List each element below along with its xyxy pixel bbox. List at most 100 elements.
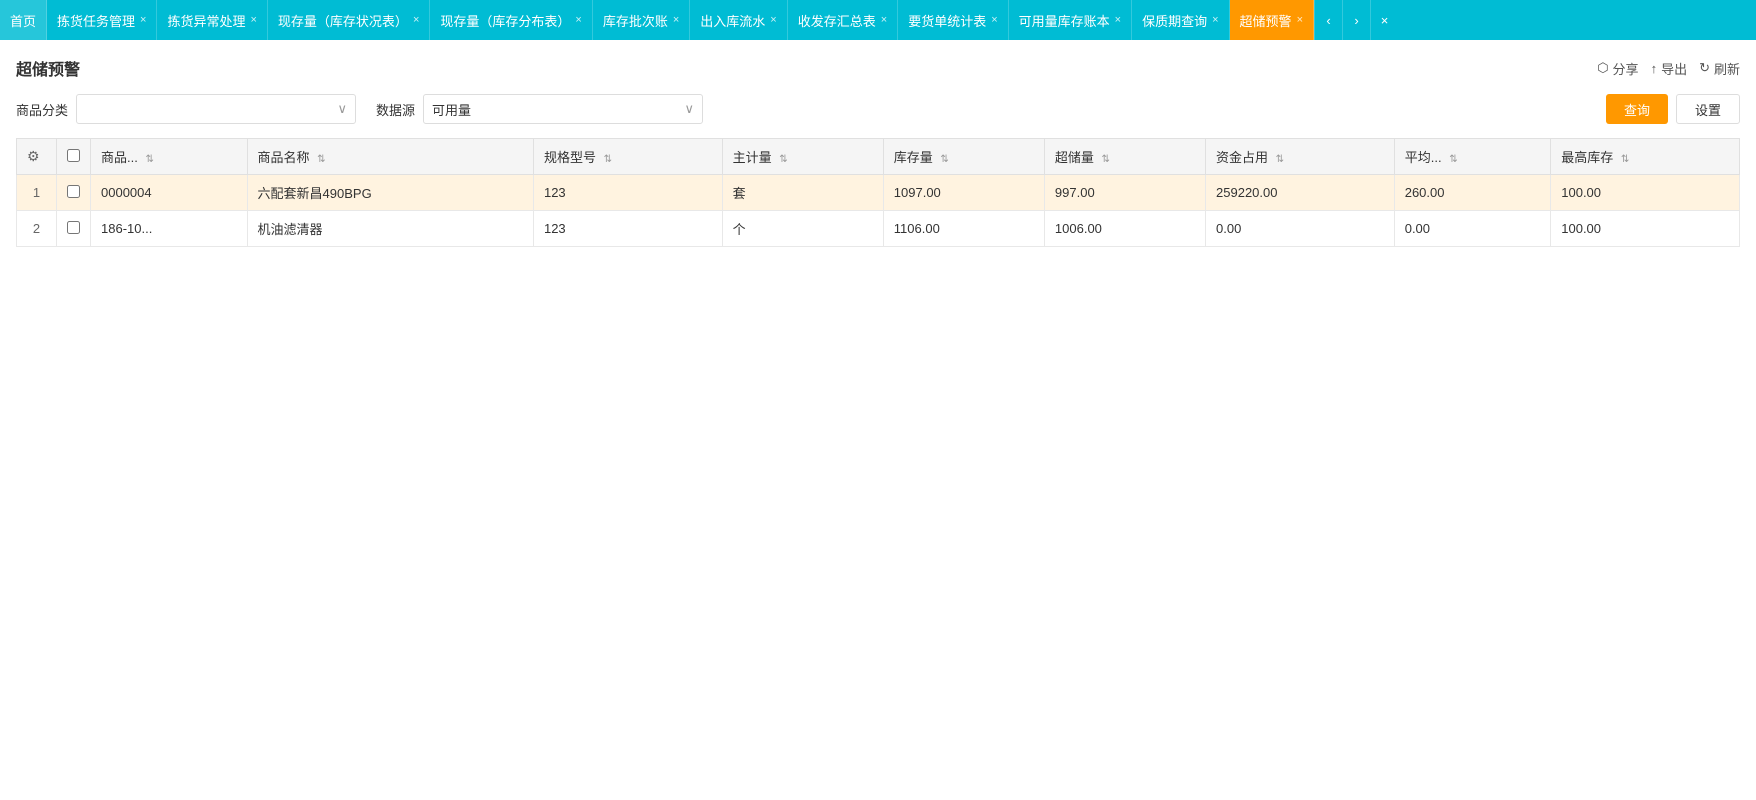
close-icon[interactable]: × — [1297, 14, 1303, 26]
nav-item-8[interactable]: 要货单统计表 × — [898, 0, 1008, 40]
close-icon[interactable]: × — [770, 14, 776, 26]
close-icon[interactable]: × — [991, 14, 997, 26]
sort-icon: ⇅ — [1102, 154, 1110, 165]
table-row: 1 0000004 六配套新昌490BPG 123 套 1097.00 997.… — [17, 175, 1740, 211]
category-select[interactable]: ∨ — [76, 94, 356, 124]
query-button[interactable]: 查询 — [1606, 94, 1668, 124]
sort-icon: ⇅ — [1621, 154, 1629, 165]
th-checkbox[interactable] — [57, 139, 91, 175]
close-icon[interactable]: × — [673, 14, 679, 26]
sort-icon: ⇅ — [604, 154, 612, 165]
export-icon: ↑ — [1651, 61, 1658, 76]
gear-icon[interactable]: ⚙ — [27, 148, 40, 164]
nav-item-home[interactable]: 首页 — [0, 0, 47, 40]
close-icon[interactable]: × — [250, 14, 256, 26]
cell-capital: 259220.00 — [1206, 175, 1395, 211]
sort-icon: ⇅ — [1449, 154, 1457, 165]
datasource-select[interactable]: 可用量 ∨ — [423, 94, 703, 124]
settings-button[interactable]: 设置 — [1676, 94, 1740, 124]
filter-area: 商品分类 ∨ 数据源 可用量 ∨ 查询 设置 — [16, 94, 1740, 124]
chevron-down-icon: ∨ — [685, 101, 695, 117]
sort-icon: ⇅ — [317, 154, 325, 165]
datasource-value: 可用量 — [432, 100, 471, 119]
close-icon[interactable]: × — [575, 14, 581, 26]
cell-stock: 1106.00 — [883, 211, 1044, 247]
th-overstock[interactable]: 超储量 ⇅ — [1044, 139, 1205, 175]
th-stock[interactable]: 库存量 ⇅ — [883, 139, 1044, 175]
cell-product-name: 机油滤清器 — [247, 211, 533, 247]
nav-bar: 首页 拣货任务管理 × 拣货异常处理 × 现存量（库存状况表） × 现存量（库存… — [0, 0, 1756, 40]
th-avg[interactable]: 平均... ⇅ — [1394, 139, 1551, 175]
nav-item-3[interactable]: 现存量（库存状况表） × — [268, 0, 430, 40]
th-capital[interactable]: 资金占用 ⇅ — [1206, 139, 1395, 175]
cell-overstock: 997.00 — [1044, 175, 1205, 211]
row-checkbox-cell[interactable] — [57, 175, 91, 211]
cell-spec: 123 — [533, 211, 722, 247]
th-product-code[interactable]: 商品... ⇅ — [91, 139, 248, 175]
cell-avg: 0.00 — [1394, 211, 1551, 247]
sort-icon: ⇅ — [779, 154, 787, 165]
row-checkbox-cell[interactable] — [57, 211, 91, 247]
close-icon[interactable]: × — [1212, 14, 1218, 26]
nav-close-arrow[interactable]: × — [1370, 0, 1398, 40]
refresh-icon: ↻ — [1699, 60, 1710, 76]
nav-item-6[interactable]: 出入库流水 × — [690, 0, 787, 40]
nav-item-11-active[interactable]: 超储预警 × — [1230, 0, 1314, 40]
cell-spec: 123 — [533, 175, 722, 211]
page-title: 超储预警 — [16, 56, 80, 80]
close-icon[interactable]: × — [413, 14, 419, 26]
row-checkbox[interactable] — [67, 185, 80, 198]
sort-icon: ⇅ — [1276, 154, 1284, 165]
export-button[interactable]: ↑ 导出 — [1651, 59, 1688, 78]
cell-unit: 个 — [722, 211, 883, 247]
th-spec[interactable]: 规格型号 ⇅ — [533, 139, 722, 175]
nav-item-4[interactable]: 现存量（库存分布表） × — [430, 0, 592, 40]
page-content: 超储预警 ⬡ 分享 ↑ 导出 ↻ 刷新 商品分类 ∨ 数据源 — [0, 40, 1756, 800]
category-label: 商品分类 — [16, 100, 68, 119]
sort-icon: ⇅ — [940, 154, 948, 165]
cell-unit: 套 — [722, 175, 883, 211]
th-gear[interactable]: ⚙ — [17, 139, 57, 175]
row-number: 2 — [17, 211, 57, 247]
nav-next-arrow[interactable]: › — [1342, 0, 1370, 40]
nav-item-10[interactable]: 保质期查询 × — [1132, 0, 1229, 40]
row-number: 1 — [17, 175, 57, 211]
share-icon: ⬡ — [1597, 60, 1608, 76]
close-icon[interactable]: × — [1115, 14, 1121, 26]
header-actions: ⬡ 分享 ↑ 导出 ↻ 刷新 — [1597, 59, 1740, 78]
th-max-stock[interactable]: 最高库存 ⇅ — [1551, 139, 1740, 175]
nav-item-7[interactable]: 收发存汇总表 × — [788, 0, 898, 40]
datasource-label: 数据源 — [376, 100, 415, 119]
nav-item-9[interactable]: 可用量库存账本 × — [1009, 0, 1132, 40]
data-table: ⚙ 商品... ⇅ 商品名称 ⇅ 规格型号 ⇅ 主计量 — [16, 138, 1740, 247]
close-icon[interactable]: × — [881, 14, 887, 26]
category-filter-group: 商品分类 ∨ — [16, 94, 356, 124]
cell-max-stock: 100.00 — [1551, 211, 1740, 247]
chevron-down-icon: ∨ — [338, 101, 348, 117]
nav-item-2[interactable]: 拣货异常处理 × — [157, 0, 267, 40]
th-unit[interactable]: 主计量 ⇅ — [722, 139, 883, 175]
datasource-filter-group: 数据源 可用量 ∨ — [376, 94, 703, 124]
select-all-checkbox[interactable] — [67, 149, 80, 162]
share-button[interactable]: ⬡ 分享 — [1597, 59, 1638, 78]
cell-avg: 260.00 — [1394, 175, 1551, 211]
nav-prev-arrow[interactable]: ‹ — [1314, 0, 1342, 40]
cell-max-stock: 100.00 — [1551, 175, 1740, 211]
nav-item-1[interactable]: 拣货任务管理 × — [47, 0, 157, 40]
sort-icon: ⇅ — [145, 154, 153, 165]
cell-product-code: 186-10... — [91, 211, 248, 247]
row-checkbox[interactable] — [67, 221, 80, 234]
cell-product-code: 0000004 — [91, 175, 248, 211]
page-header: 超储预警 ⬡ 分享 ↑ 导出 ↻ 刷新 — [16, 56, 1740, 80]
table-header-row: ⚙ 商品... ⇅ 商品名称 ⇅ 规格型号 ⇅ 主计量 — [17, 139, 1740, 175]
th-product-name[interactable]: 商品名称 ⇅ — [247, 139, 533, 175]
refresh-button[interactable]: ↻ 刷新 — [1699, 59, 1740, 78]
cell-capital: 0.00 — [1206, 211, 1395, 247]
cell-overstock: 1006.00 — [1044, 211, 1205, 247]
filter-buttons: 查询 设置 — [1606, 94, 1740, 124]
close-icon[interactable]: × — [140, 14, 146, 26]
nav-item-5[interactable]: 库存批次账 × — [593, 0, 690, 40]
cell-product-name: 六配套新昌490BPG — [247, 175, 533, 211]
table-row: 2 186-10... 机油滤清器 123 个 1106.00 1006.00 … — [17, 211, 1740, 247]
cell-stock: 1097.00 — [883, 175, 1044, 211]
